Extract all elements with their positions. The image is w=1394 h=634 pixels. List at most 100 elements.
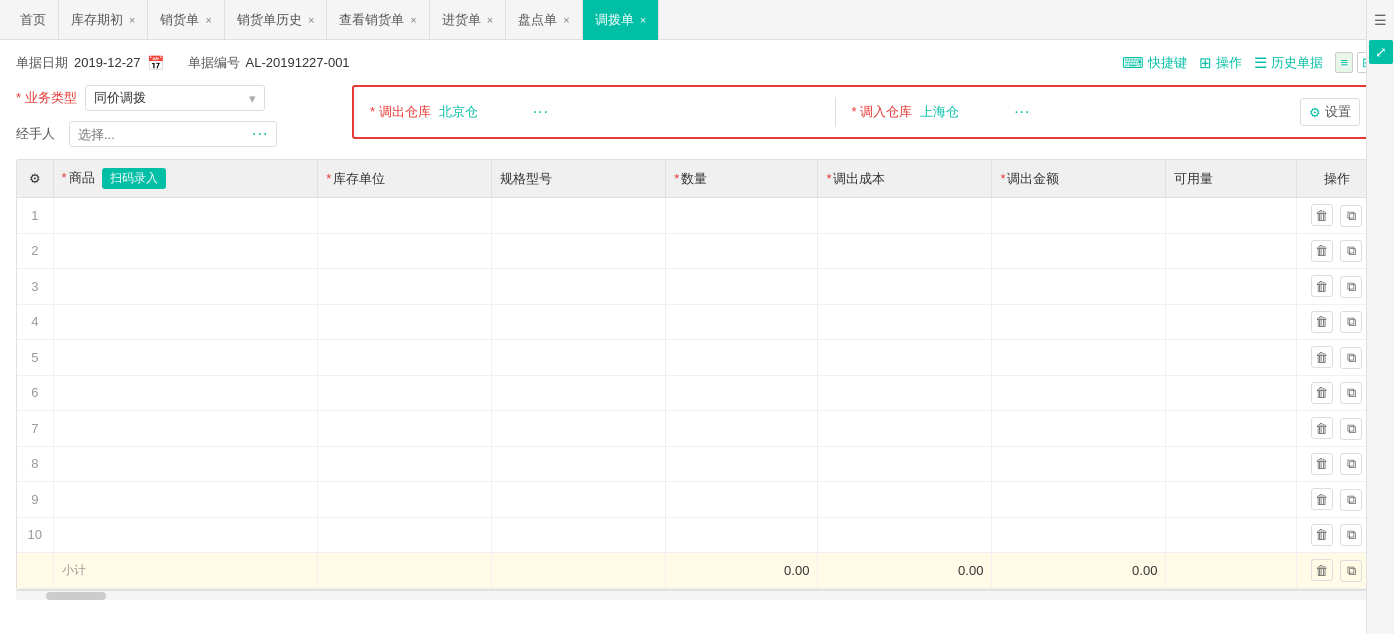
unit-cell[interactable] [318,233,492,269]
amount-cell[interactable] [992,198,1166,234]
product-cell[interactable] [53,304,318,340]
tab-transfer-order[interactable]: 调拨单 × [583,0,659,40]
available-cell[interactable] [1166,411,1297,447]
copy-row-btn[interactable]: ⧉ [1340,205,1362,227]
tab-view-sales[interactable]: 查看销货单 × [327,0,429,40]
scan-button[interactable]: 扫码录入 [102,168,166,189]
spec-cell[interactable] [492,233,666,269]
tab-sales-history[interactable]: 销货单历史 × [225,0,327,40]
product-cell[interactable] [53,375,318,411]
delete-row-btn[interactable]: 🗑 [1311,524,1333,546]
cost-cell[interactable] [818,340,992,376]
delete-row-btn[interactable]: 🗑 [1311,275,1333,297]
in-warehouse-more[interactable]: ··· [1014,103,1030,121]
product-cell[interactable] [53,269,318,305]
product-cell[interactable] [53,446,318,482]
product-cell[interactable] [53,198,318,234]
spec-cell[interactable] [492,304,666,340]
available-cell[interactable] [1166,304,1297,340]
unit-cell[interactable] [318,446,492,482]
quantity-cell[interactable] [666,517,818,553]
quantity-cell[interactable] [666,375,818,411]
delete-row-btn[interactable]: 🗑 [1311,204,1333,226]
tab-close-transfer-order[interactable]: × [640,14,646,26]
product-cell[interactable] [53,340,318,376]
product-cell[interactable] [53,482,318,518]
tab-close-sales-history[interactable]: × [308,14,314,26]
delete-row-btn[interactable]: 🗑 [1311,382,1333,404]
settings-btn[interactable]: ⚙ 设置 [1300,98,1360,126]
tab-sales-order[interactable]: 销货单 × [148,0,224,40]
business-type-dropdown[interactable]: ▾ [249,91,256,106]
product-cell[interactable] [53,233,318,269]
cost-cell[interactable] [818,482,992,518]
out-warehouse-more[interactable]: ··· [533,103,549,121]
spec-cell[interactable] [492,482,666,518]
tab-close-sales-order[interactable]: × [205,14,211,26]
amount-cell[interactable] [992,233,1166,269]
tab-close-purchase-order[interactable]: × [487,14,493,26]
amount-cell[interactable] [992,304,1166,340]
delete-row-btn[interactable]: 🗑 [1311,488,1333,510]
cost-cell[interactable] [818,517,992,553]
spec-cell[interactable] [492,198,666,234]
col-settings-header[interactable]: ⚙ [17,160,53,198]
quantity-cell[interactable] [666,198,818,234]
copy-row-btn[interactable]: ⧉ [1340,524,1362,546]
copy-row-btn[interactable]: ⧉ [1340,347,1362,369]
available-cell[interactable] [1166,375,1297,411]
amount-cell[interactable] [992,269,1166,305]
out-warehouse-value[interactable]: 北京仓 [439,103,519,121]
copy-row-btn[interactable]: ⧉ [1340,311,1362,333]
handler-more[interactable]: ··· [252,125,268,143]
spec-cell[interactable] [492,517,666,553]
spec-cell[interactable] [492,269,666,305]
available-cell[interactable] [1166,446,1297,482]
quantity-cell[interactable] [666,411,818,447]
available-cell[interactable] [1166,233,1297,269]
cost-cell[interactable] [818,198,992,234]
cost-cell[interactable] [818,304,992,340]
quantity-cell[interactable] [666,340,818,376]
copy-row-btn[interactable]: ⧉ [1340,276,1362,298]
in-warehouse-value[interactable]: 上海仓 [920,103,1000,121]
quantity-cell[interactable] [666,482,818,518]
product-cell[interactable] [53,517,318,553]
delete-row-btn[interactable]: 🗑 [1311,453,1333,475]
quantity-cell[interactable] [666,233,818,269]
tab-home[interactable]: 首页 [8,0,59,40]
quantity-cell[interactable] [666,304,818,340]
quantity-cell[interactable] [666,446,818,482]
copy-row-btn[interactable]: ⧉ [1340,382,1362,404]
cost-cell[interactable] [818,269,992,305]
copy-row-btn[interactable]: ⧉ [1340,418,1362,440]
spec-cell[interactable] [492,340,666,376]
delete-row-btn[interactable]: 🗑 [1311,240,1333,262]
copy-btn[interactable]: ⧉ [1340,560,1362,582]
available-cell[interactable] [1166,340,1297,376]
delete-row-btn[interactable]: 🗑 [1311,311,1333,333]
unit-cell[interactable] [318,411,492,447]
delete-btn[interactable]: 🗑 [1311,559,1333,581]
tab-stock-count[interactable]: 盘点单 × [506,0,582,40]
horizontal-scrollbar[interactable] [16,590,1378,600]
available-cell[interactable] [1166,482,1297,518]
history-btn[interactable]: ☰ 历史单据 [1254,54,1323,72]
tab-close-view-sales[interactable]: × [410,14,416,26]
amount-cell[interactable] [992,517,1166,553]
operations-btn[interactable]: ⊞ 操作 [1199,54,1242,72]
spec-cell[interactable] [492,411,666,447]
unit-cell[interactable] [318,269,492,305]
unit-cell[interactable] [318,198,492,234]
date-value[interactable]: 2019-12-27 [74,55,141,70]
quantity-cell[interactable] [666,269,818,305]
available-cell[interactable] [1166,269,1297,305]
delete-row-btn[interactable]: 🗑 [1311,346,1333,368]
business-type-input-wrap[interactable]: 同价调拨 ▾ [85,85,265,111]
unit-cell[interactable] [318,482,492,518]
unit-cell[interactable] [318,304,492,340]
cost-cell[interactable] [818,411,992,447]
unit-cell[interactable] [318,375,492,411]
cost-cell[interactable] [818,446,992,482]
amount-cell[interactable] [992,340,1166,376]
